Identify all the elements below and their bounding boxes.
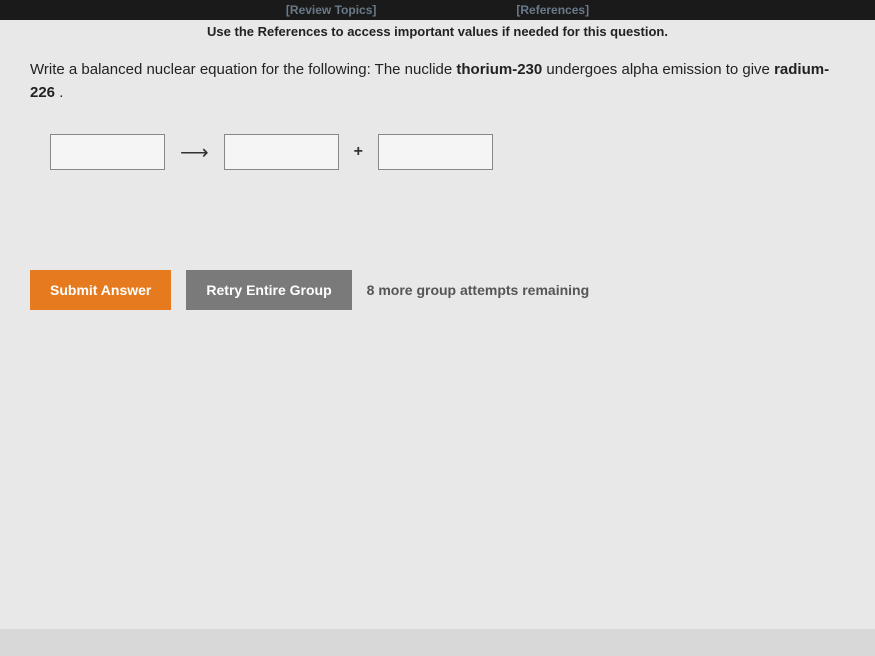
top-bar: [Review Topics] [References]	[0, 0, 875, 20]
references-link[interactable]: [References]	[516, 3, 589, 17]
retry-group-button[interactable]: Retry Entire Group	[186, 270, 351, 310]
product2-input[interactable]	[378, 134, 493, 170]
plus-symbol: +	[354, 143, 363, 161]
question-text: Write a balanced nuclear equation for th…	[30, 59, 845, 104]
review-topics-link[interactable]: [Review Topics]	[286, 3, 376, 17]
button-row: Submit Answer Retry Entire Group 8 more …	[30, 270, 845, 310]
instruction-text: Use the References to access important v…	[0, 20, 875, 49]
reactant-input[interactable]	[50, 134, 165, 170]
equation-row: ⟶ +	[50, 134, 845, 170]
attempts-remaining-text: 8 more group attempts remaining	[367, 282, 589, 298]
question-suffix: .	[55, 84, 63, 101]
question-prefix: Write a balanced nuclear equation for th…	[30, 61, 456, 78]
arrow-icon: ⟶	[180, 140, 209, 165]
content-area: Write a balanced nuclear equation for th…	[0, 49, 875, 629]
question-middle: undergoes alpha emission to give	[542, 61, 774, 78]
question-nuclide1: thorium-230	[456, 61, 542, 78]
submit-answer-button[interactable]: Submit Answer	[30, 270, 171, 310]
product1-input[interactable]	[224, 134, 339, 170]
